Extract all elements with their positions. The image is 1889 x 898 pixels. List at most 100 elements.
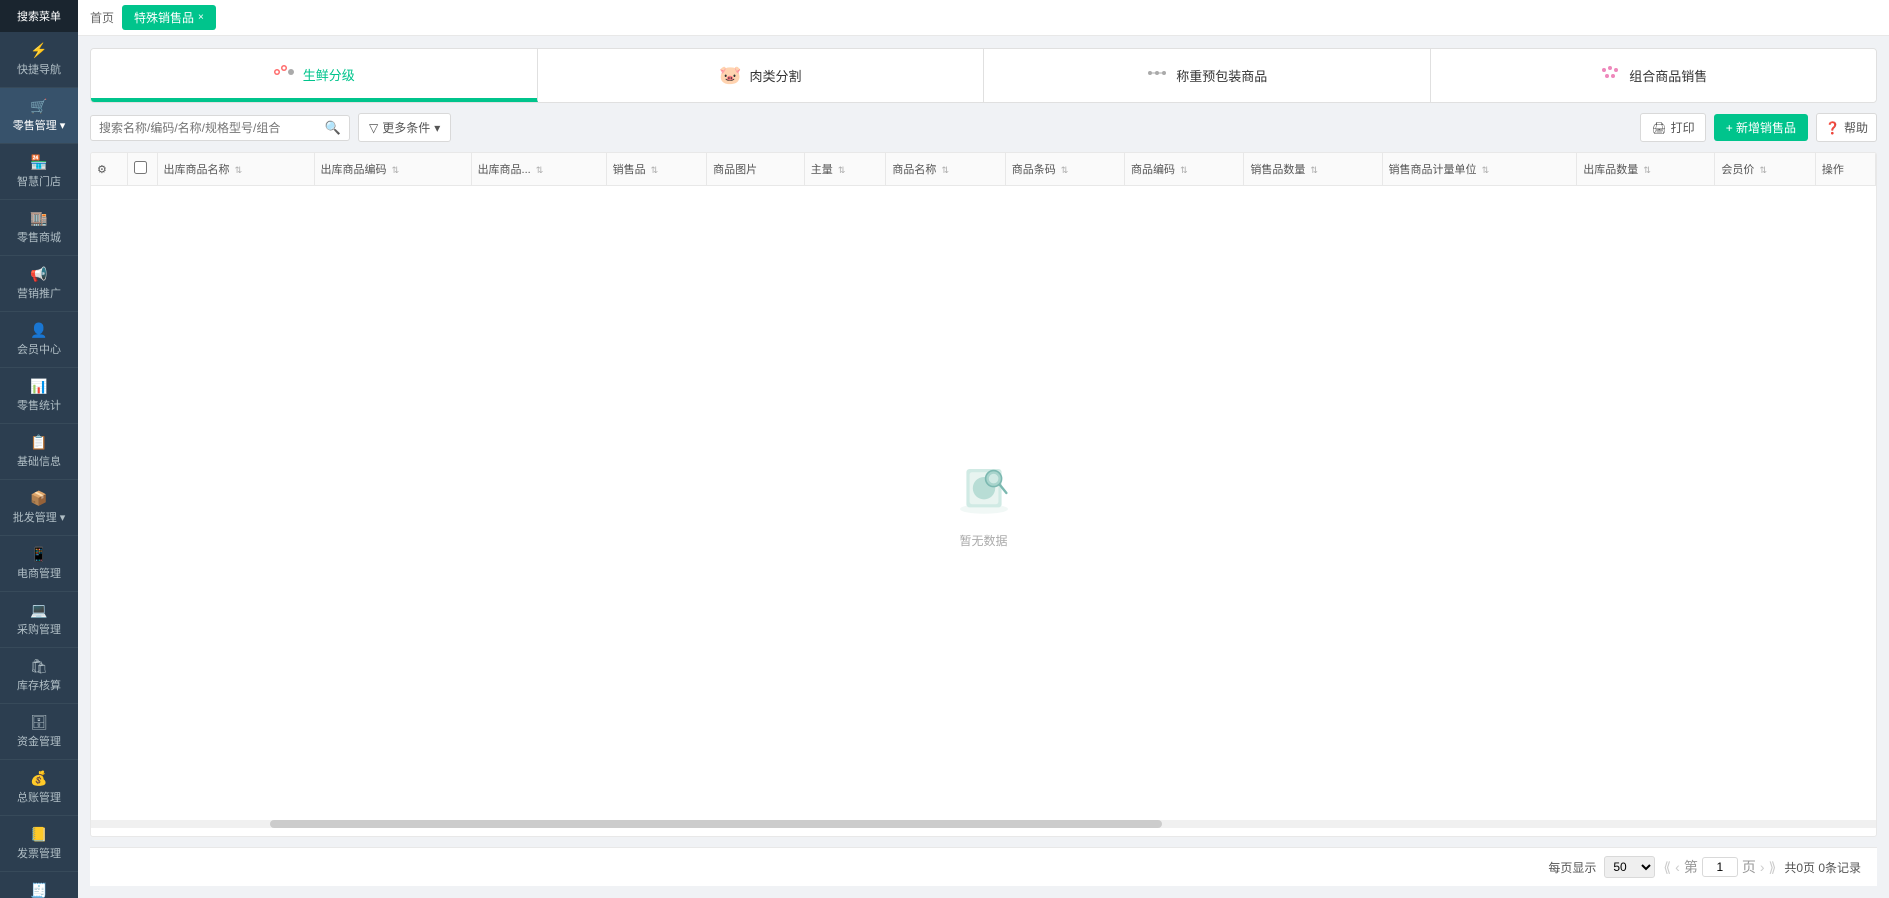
home-link[interactable]: 首页 [90,9,114,26]
sort-arrows-member-price[interactable]: ⇅ [1759,165,1767,175]
th-out-name-label: 出库商品名称 [164,164,230,176]
page-size-label: 每页显示 [1548,859,1596,876]
sort-arrows-goods-barcode[interactable]: ⇅ [1061,165,1069,175]
th-gear[interactable]: ⚙ [91,153,127,186]
sort-arrows-sales-qty[interactable]: ⇅ [1310,165,1318,175]
add-sales-item-button[interactable]: + 新增销售品 [1714,114,1808,141]
scrollbar-track [91,820,1876,828]
sidebar-item-label: 资金管理 [17,733,61,749]
th-operation-label: 操作 [1822,164,1844,176]
search-icon[interactable]: 🔍 [325,120,341,136]
sidebar-item-label: 批发管理 ▾ [13,509,66,525]
sort-arrows-sales-unit[interactable]: ⇅ [1482,165,1490,175]
wholesale-mgmt-icon: 📦 [30,490,47,507]
active-tab[interactable]: 特殊销售品 × [122,5,216,30]
tab-weigh-pack[interactable]: 称重预包装商品 [984,49,1431,102]
sort-arrows-out-code[interactable]: ⇅ [392,165,400,175]
bottom-scrollbar[interactable] [91,812,1876,836]
tab-fresh-grade[interactable]: 生鲜分级 [91,49,538,102]
sidebar-item-label: 零售统计 [17,397,61,413]
sidebar-item-label: 智慧门店 [17,173,61,189]
sort-arrows-goods-name[interactable]: ⇅ [941,165,949,175]
sidebar-item-retail-mall[interactable]: 🏬 零售商城 [0,200,78,256]
filter-button[interactable]: ▽ 更多条件 ▾ [358,113,451,142]
table-container: ⚙ 出库商品名称 ⇅ 出库商品编码 ⇅ 出库商品... ⇅ [90,152,1877,837]
sidebar-item-label: 会员中心 [17,341,61,357]
page-nav: ⟪ ‹ 第 页 › ⟫ [1663,857,1776,877]
sidebar: 搜索菜单 ⚡ 快捷导航 🛒 零售管理 ▾ 🏪 智慧门店 🏬 零售商城 📢 营销推… [0,0,78,898]
tab-combo-goods[interactable]: 组合商品销售 [1431,49,1877,102]
sidebar-item-label: 电商管理 [17,565,61,581]
sort-arrows-out-qty[interactable]: ⇅ [1643,165,1651,175]
th-member-price[interactable]: 会员价 ⇅ [1715,153,1815,186]
th-out-name[interactable]: 出库商品名称 ⇅ [157,153,314,186]
th-goods-barcode[interactable]: 商品条码 ⇅ [1005,153,1124,186]
sidebar-item-label: 库存核算 [17,677,61,693]
sort-arrows-out-spec[interactable]: ⇅ [536,165,544,175]
page-number-input[interactable] [1702,857,1738,877]
th-goods-img: 商品图片 [707,153,805,186]
th-goods-code[interactable]: 商品编码 ⇅ [1125,153,1244,186]
last-page-button[interactable]: ⟫ [1769,859,1777,876]
sidebar-item-mini-ecom[interactable]: 📱 电商管理 [0,536,78,592]
sidebar-item-member-center[interactable]: 👤 会员中心 [0,312,78,368]
th-sales-item[interactable]: 销售品 ⇅ [606,153,706,186]
search-box[interactable]: 🔍 [90,115,350,141]
toolbar-right: 🖨 打印 + 新增销售品 ❓ 帮助 [1640,113,1877,142]
sidebar-item-inventory[interactable]: 🗄 资金管理 [0,704,78,760]
th-sales-item-label: 销售品 [613,164,646,176]
th-sales-qty-label: 销售品数量 [1250,164,1305,176]
th-out-qty[interactable]: 出库品数量 ⇅ [1577,153,1715,186]
ecom-mgmt-icon: 💻 [30,602,47,619]
sidebar-item-retail-stats[interactable]: 📊 零售统计 [0,368,78,424]
sidebar-item-retail-mgmt[interactable]: 🛒 零售管理 ▾ [0,88,78,144]
th-out-code-label: 出库商品编码 [321,164,387,176]
sidebar-item-finance-mgmt[interactable]: 💰 总账管理 [0,760,78,816]
category-tabs: 生鲜分级 🐷 肉类分割 称重预包装商品 [90,48,1877,103]
sidebar-item-sales-promo[interactable]: 📢 营销推广 [0,256,78,312]
search-input[interactable] [99,121,319,135]
page-size-select[interactable]: 50 10 20 100 [1604,856,1655,878]
select-all-checkbox[interactable] [134,161,147,174]
sort-arrows-weight[interactable]: ⇅ [838,165,846,175]
total-info: 共0页 0条记录 [1784,859,1861,876]
th-sales-unit-label: 销售商品计量单位 [1389,164,1477,176]
combo-goods-icon [1599,64,1621,87]
next-page-button[interactable]: › [1760,859,1765,875]
prev-page-button[interactable]: ‹ [1675,859,1680,875]
sort-arrows-sales-item[interactable]: ⇅ [651,165,659,175]
first-page-button[interactable]: ⟪ [1663,859,1671,876]
sidebar-item-ecom-mgmt[interactable]: 💻 采购管理 [0,592,78,648]
empty-state: 暂无数据 [91,186,1876,812]
tab-meat-cut[interactable]: 🐷 肉类分割 [538,49,985,102]
th-goods-name[interactable]: 商品名称 ⇅ [886,153,1005,186]
sidebar-item-general-ledger[interactable]: 📒 发票管理 [0,816,78,872]
th-sales-unit[interactable]: 销售商品计量单位 ⇅ [1382,153,1577,186]
help-label: 帮助 [1844,119,1868,136]
filter-label: 更多条件 [382,119,430,136]
sort-arrows-out-name[interactable]: ⇅ [235,165,243,175]
th-out-code[interactable]: 出库商品编码 ⇅ [314,153,471,186]
sidebar-item-invoice-mgmt[interactable]: 🧾 税务管理 [0,872,78,898]
page-suffix-label: 页 [1742,857,1756,877]
tab-close-icon[interactable]: × [198,12,204,23]
sidebar-item-smart-store[interactable]: 🏪 智慧门店 [0,144,78,200]
sidebar-item-quick-nav[interactable]: ⚡ 快捷导航 [0,32,78,88]
sidebar-item-wholesale-mgmt[interactable]: 📦 批发管理 ▾ [0,480,78,536]
sidebar-item-basic-info[interactable]: 📋 基础信息 [0,424,78,480]
sidebar-item-purchase-mgmt[interactable]: 🛍 库存核算 [0,648,78,704]
th-checkbox[interactable] [127,153,157,186]
topbar: 首页 特殊销售品 × [78,0,1889,36]
quick-nav-icon: ⚡ [30,42,47,59]
tab-combo-goods-label: 组合商品销售 [1629,66,1707,85]
scrollbar-thumb[interactable] [270,820,1163,828]
help-button[interactable]: ❓ 帮助 [1816,113,1877,142]
print-icon: 🖨 [1651,121,1666,135]
general-ledger-icon: 📒 [30,826,47,843]
th-out-spec[interactable]: 出库商品... ⇅ [471,153,606,186]
sidebar-logo[interactable]: 搜索菜单 [0,0,78,32]
sort-arrows-goods-code[interactable]: ⇅ [1180,165,1188,175]
print-button[interactable]: 🖨 打印 [1640,113,1705,142]
th-sales-qty[interactable]: 销售品数量 ⇅ [1244,153,1382,186]
th-weight[interactable]: 主量 ⇅ [804,153,886,186]
